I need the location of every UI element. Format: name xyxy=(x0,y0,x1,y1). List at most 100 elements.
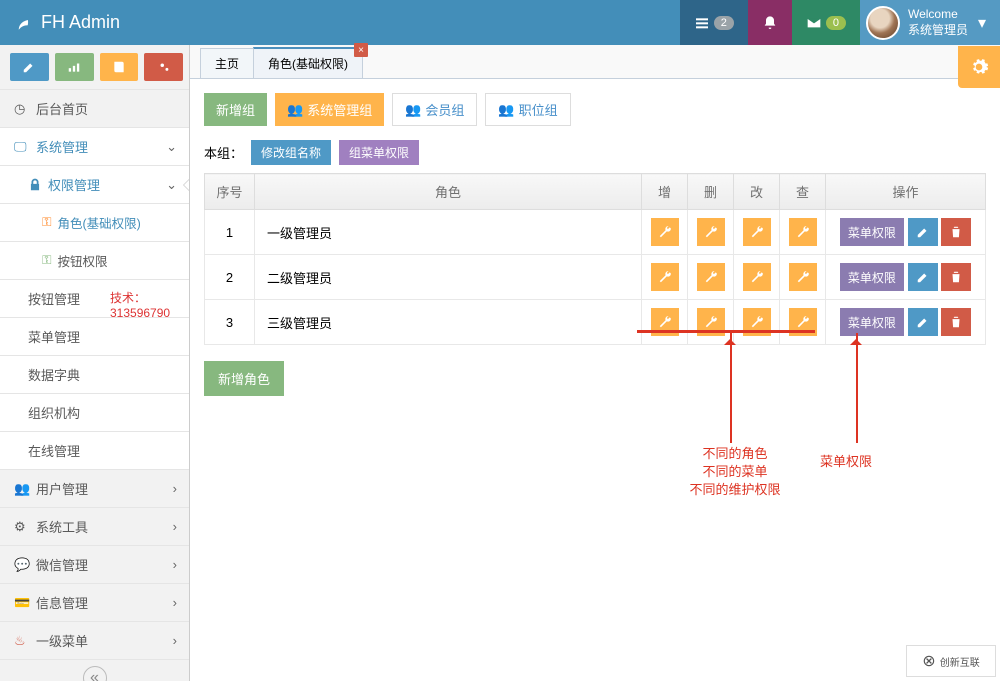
mail-icon xyxy=(806,15,822,31)
chat-icon: 💬 xyxy=(14,557,36,573)
table-row: 1一级管理员 菜单权限 xyxy=(205,210,986,255)
sidebar-item-button-mgmt[interactable]: 按钮管理 技术：313596790 xyxy=(0,280,189,318)
brand-watermark: ⊗创新互联 xyxy=(906,645,996,677)
wrench-button[interactable] xyxy=(651,218,679,246)
annotation-line xyxy=(856,333,858,443)
monitor-icon: 🖵 xyxy=(14,139,36,155)
delete-button[interactable] xyxy=(941,218,971,246)
sidebar-shortcut-row xyxy=(0,45,189,90)
book-icon xyxy=(112,60,126,74)
chevron-down-icon: ⌄ xyxy=(166,139,177,155)
cell-role: 三级管理员 xyxy=(255,300,642,345)
wrench-button[interactable] xyxy=(697,218,725,246)
dashboard-icon: ◷ xyxy=(14,101,36,117)
sidebar-item-user-mgmt[interactable]: 👥 用户管理 › xyxy=(0,470,189,508)
cell-seq: 3 xyxy=(205,300,255,345)
wrench-button[interactable] xyxy=(651,263,679,291)
gear-icon xyxy=(969,57,989,77)
header-mail[interactable]: 0 xyxy=(792,0,860,45)
sidebar-item-org[interactable]: 组织机构 xyxy=(0,394,189,432)
arrow-icon xyxy=(850,333,862,345)
group-pill-row: 新增组 👥系统管理组 👥会员组 👥职位组 xyxy=(204,93,986,126)
wrench-icon xyxy=(796,270,810,284)
th-ops: 操作 xyxy=(826,174,986,210)
edit-button[interactable] xyxy=(908,218,938,246)
cogs-icon xyxy=(157,60,171,74)
brand-text: FH Admin xyxy=(41,12,120,33)
header-tasks[interactable]: 2 xyxy=(680,0,748,45)
new-group-button[interactable]: 新增组 xyxy=(204,93,267,126)
edit-button[interactable] xyxy=(908,308,938,336)
cell-role: 一级管理员 xyxy=(255,210,642,255)
shortcut-settings[interactable] xyxy=(144,53,183,81)
settings-fab[interactable] xyxy=(958,46,1000,88)
wrench-button[interactable] xyxy=(743,263,771,291)
shortcut-stats[interactable] xyxy=(55,53,94,81)
tab-main[interactable]: 主页 xyxy=(200,48,254,78)
wrench-icon xyxy=(704,270,718,284)
wrench-button[interactable] xyxy=(697,263,725,291)
menu-perm-button[interactable]: 菜单权限 xyxy=(840,218,904,246)
caret-down-icon: ▾ xyxy=(978,13,986,33)
header-notifications[interactable] xyxy=(748,0,792,45)
tasks-icon xyxy=(694,15,710,31)
annotation-line xyxy=(730,333,732,443)
sidebar-item-system[interactable]: 🖵 系统管理 ⌄ xyxy=(0,128,189,166)
wrench-icon xyxy=(658,225,672,239)
sidebar-item-permission[interactable]: 权限管理 ⌄ xyxy=(0,166,189,204)
menu-perm-button[interactable]: 菜单权限 xyxy=(840,308,904,336)
tab-role[interactable]: 角色(基础权限) × xyxy=(253,47,363,78)
annotation-text-left: 不同的角色 不同的菜单 不同的维护权限 xyxy=(670,445,800,500)
group-menu-perm-button[interactable]: 组菜单权限 xyxy=(339,140,419,165)
close-icon[interactable]: × xyxy=(354,43,368,57)
add-role-button[interactable]: 新增角色 xyxy=(204,361,284,396)
chevron-right-icon: › xyxy=(173,633,177,648)
watermark: 技术：313596790 xyxy=(110,289,189,320)
trash-icon xyxy=(949,315,963,329)
header-user[interactable]: Welcome 系统管理员 ▾ xyxy=(860,0,1000,45)
sys-admin-group-button[interactable]: 👥系统管理组 xyxy=(275,93,384,126)
shortcut-book[interactable] xyxy=(100,53,139,81)
sidebar-item-info-mgmt[interactable]: 💳 信息管理 › xyxy=(0,584,189,622)
tabs: 主页 角色(基础权限) × xyxy=(190,45,1000,79)
users-icon: 👥 xyxy=(405,102,421,118)
sidebar-item-online[interactable]: 在线管理 xyxy=(0,432,189,470)
wrench-icon xyxy=(658,315,672,329)
shortcut-edit[interactable] xyxy=(10,53,49,81)
menu-perm-button[interactable]: 菜单权限 xyxy=(840,263,904,291)
lock-icon xyxy=(28,178,42,192)
role-table: 序号 角色 增 删 改 查 操作 1一级管理员菜单权限 2二级管理员菜单权限 3… xyxy=(204,173,986,345)
sidebar-item-home[interactable]: ◷ 后台首页 xyxy=(0,90,189,128)
position-group-button[interactable]: 👥职位组 xyxy=(485,93,570,126)
sidebar-item-data-dict[interactable]: 数据字典 xyxy=(0,356,189,394)
gear-icon: ⚙ xyxy=(14,519,36,535)
chevron-left-icon: « xyxy=(90,669,99,681)
chevron-right-icon: › xyxy=(173,595,177,610)
sidebar-item-wechat[interactable]: 💬 微信管理 › xyxy=(0,546,189,584)
delete-button[interactable] xyxy=(941,308,971,336)
arrow-icon xyxy=(724,333,736,345)
sidebar-item-menu-mgmt[interactable]: 菜单管理 xyxy=(0,318,189,356)
member-group-button[interactable]: 👥会员组 xyxy=(392,93,477,126)
sidebar-item-level1-menu[interactable]: ♨ 一级菜单 › xyxy=(0,622,189,660)
edit-button[interactable] xyxy=(908,263,938,291)
wrench-button[interactable] xyxy=(789,263,817,291)
sidebar-item-system-tools[interactable]: ⚙ 系统工具 › xyxy=(0,508,189,546)
delete-button[interactable] xyxy=(941,263,971,291)
th-seq: 序号 xyxy=(205,174,255,210)
wrench-button[interactable] xyxy=(789,218,817,246)
wrench-icon xyxy=(658,270,672,284)
cell-role: 二级管理员 xyxy=(255,255,642,300)
cell-seq: 1 xyxy=(205,210,255,255)
sidebar-item-button-perm[interactable]: ⚿ 按钮权限 xyxy=(0,242,189,280)
chevron-down-icon: ⌄ xyxy=(166,177,177,193)
rename-group-button[interactable]: 修改组名称 xyxy=(251,140,331,165)
wrench-icon xyxy=(796,315,810,329)
wrench-button[interactable] xyxy=(743,218,771,246)
sidebar-collapse-button[interactable]: « xyxy=(83,666,107,681)
wrench-icon xyxy=(704,315,718,329)
sidebar-item-role-basic[interactable]: ⚿ 角色(基础权限) xyxy=(0,204,189,242)
chevron-right-icon: › xyxy=(173,557,177,572)
pencil-icon xyxy=(22,60,36,74)
users-icon: 👥 xyxy=(287,102,303,118)
